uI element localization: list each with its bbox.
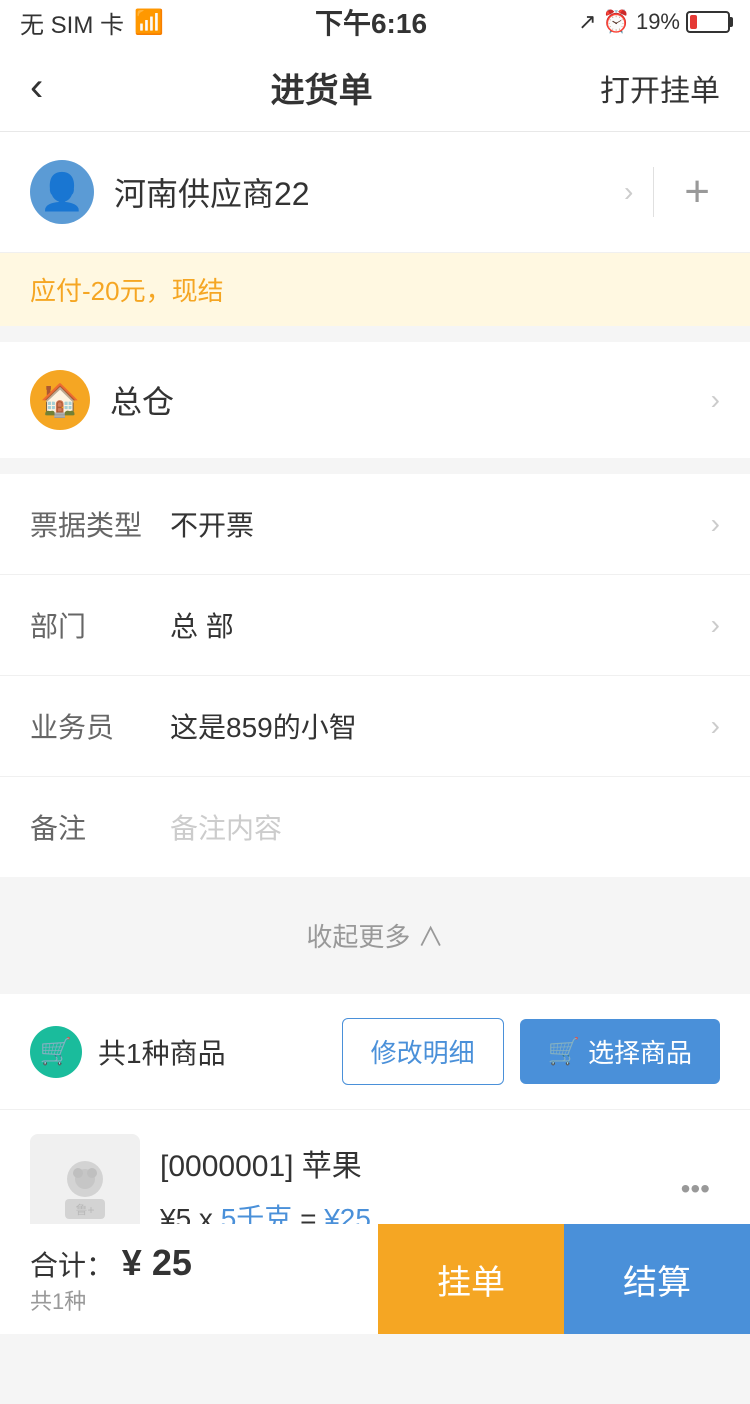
svg-text:鲁+: 鲁+: [75, 1203, 94, 1217]
battery-icon: [686, 11, 730, 33]
remark-input[interactable]: 备注内容: [170, 807, 720, 847]
bottom-bar: 合计： ¥ 25 共1种 挂单 结算: [0, 1224, 750, 1334]
total-label: 合计：: [30, 1250, 114, 1281]
invoice-label: 票据类型: [30, 504, 170, 544]
location-icon: ↗: [578, 9, 596, 35]
products-icon: 🛒: [40, 1036, 72, 1067]
supplier-notice: 应付-20元，现结: [0, 253, 750, 326]
invoice-row[interactable]: 票据类型 不开票 ›: [0, 474, 750, 575]
product-name: [0000001] 苹果: [160, 1141, 671, 1185]
status-time: 下午6:16: [315, 2, 427, 42]
total-count: 共1种: [30, 1284, 348, 1316]
total-label-row: 合计： ¥ 25: [30, 1242, 348, 1284]
open-pending-button[interactable]: 打开挂单: [600, 66, 720, 110]
total-amount: ¥ 25: [122, 1242, 192, 1283]
form-section: 票据类型 不开票 › 部门 总 部 › 业务员 这是859的小智 › 备注 备注…: [0, 474, 750, 877]
warehouse-icon: 🏠: [40, 381, 80, 419]
invoice-value: 不开票: [170, 504, 711, 544]
warehouse-row[interactable]: 🏠 总仓 ›: [0, 342, 750, 458]
carrier-text: 无 SIM 卡: [20, 5, 124, 40]
checkout-button[interactable]: 结算: [564, 1224, 750, 1334]
back-button[interactable]: ‹: [30, 65, 43, 110]
warehouse-name: 总仓: [110, 377, 711, 423]
nav-bar: ‹ 进货单 打开挂单: [0, 44, 750, 132]
salesman-value: 这是859的小智: [170, 706, 711, 746]
supplier-row[interactable]: 👤 河南供应商22 › +: [0, 132, 750, 253]
product-more-button[interactable]: •••: [671, 1163, 720, 1215]
salesman-row[interactable]: 业务员 这是859的小智 ›: [0, 676, 750, 777]
products-icon-wrap: 🛒: [30, 1026, 82, 1078]
status-left: 无 SIM 卡 📶: [20, 5, 164, 40]
supplier-chevron-icon: ›: [624, 176, 633, 208]
cart-icon: 🛒: [548, 1036, 580, 1067]
main-content: 👤 河南供应商22 › + 应付-20元，现结 🏠 总仓 › 票据类型 不开票 …: [0, 132, 750, 1404]
department-label: 部门: [30, 605, 170, 645]
product-info: [0000001] 苹果 ¥5 x 5千克 = ¥25: [160, 1141, 671, 1237]
hang-order-button[interactable]: 挂单: [378, 1224, 564, 1334]
salesman-label: 业务员: [30, 706, 170, 746]
row-divider: [653, 167, 654, 217]
battery-text: 19%: [636, 9, 680, 35]
wifi-icon: 📶: [134, 8, 164, 37]
department-chevron-icon: ›: [711, 609, 720, 641]
status-right: ↗ ⏰ 19%: [578, 9, 730, 35]
battery-fill: [690, 15, 697, 29]
supplier-name: 河南供应商22: [114, 169, 624, 215]
warehouse-icon-wrap: 🏠: [30, 370, 90, 430]
edit-details-button[interactable]: 修改明细: [342, 1018, 504, 1085]
supplier-avatar: 👤: [30, 160, 94, 224]
total-section: 合计： ¥ 25 共1种: [0, 1224, 378, 1334]
warehouse-chevron-icon: ›: [711, 384, 720, 416]
page-title: 进货单: [271, 63, 373, 112]
remark-row[interactable]: 备注 备注内容: [0, 777, 750, 877]
add-button[interactable]: +: [674, 167, 720, 217]
remark-label: 备注: [30, 807, 170, 847]
warehouse-card: 🏠 总仓 ›: [0, 342, 750, 458]
invoice-chevron-icon: ›: [711, 508, 720, 540]
select-product-label: 选择商品: [588, 1033, 692, 1070]
select-product-button[interactable]: 🛒 选择商品: [520, 1019, 720, 1084]
salesman-chevron-icon: ›: [711, 710, 720, 742]
department-value: 总 部: [170, 605, 711, 645]
collapse-button[interactable]: 收起更多 ∧: [0, 893, 750, 978]
product-thumb-svg: 鲁+: [45, 1149, 125, 1229]
product-title: 苹果: [302, 1150, 362, 1183]
supplier-card: 👤 河南供应商22 › + 应付-20元，现结: [0, 132, 750, 326]
avatar-icon: 👤: [40, 171, 85, 213]
products-header: 🛒 共1种商品 修改明细 🛒 选择商品: [0, 994, 750, 1110]
status-bar: 无 SIM 卡 📶 下午6:16 ↗ ⏰ 19%: [0, 0, 750, 44]
products-count: 共1种商品: [98, 1032, 342, 1072]
alarm-icon: ⏰: [603, 9, 630, 35]
department-row[interactable]: 部门 总 部 ›: [0, 575, 750, 676]
product-code: [0000001]: [160, 1150, 302, 1183]
